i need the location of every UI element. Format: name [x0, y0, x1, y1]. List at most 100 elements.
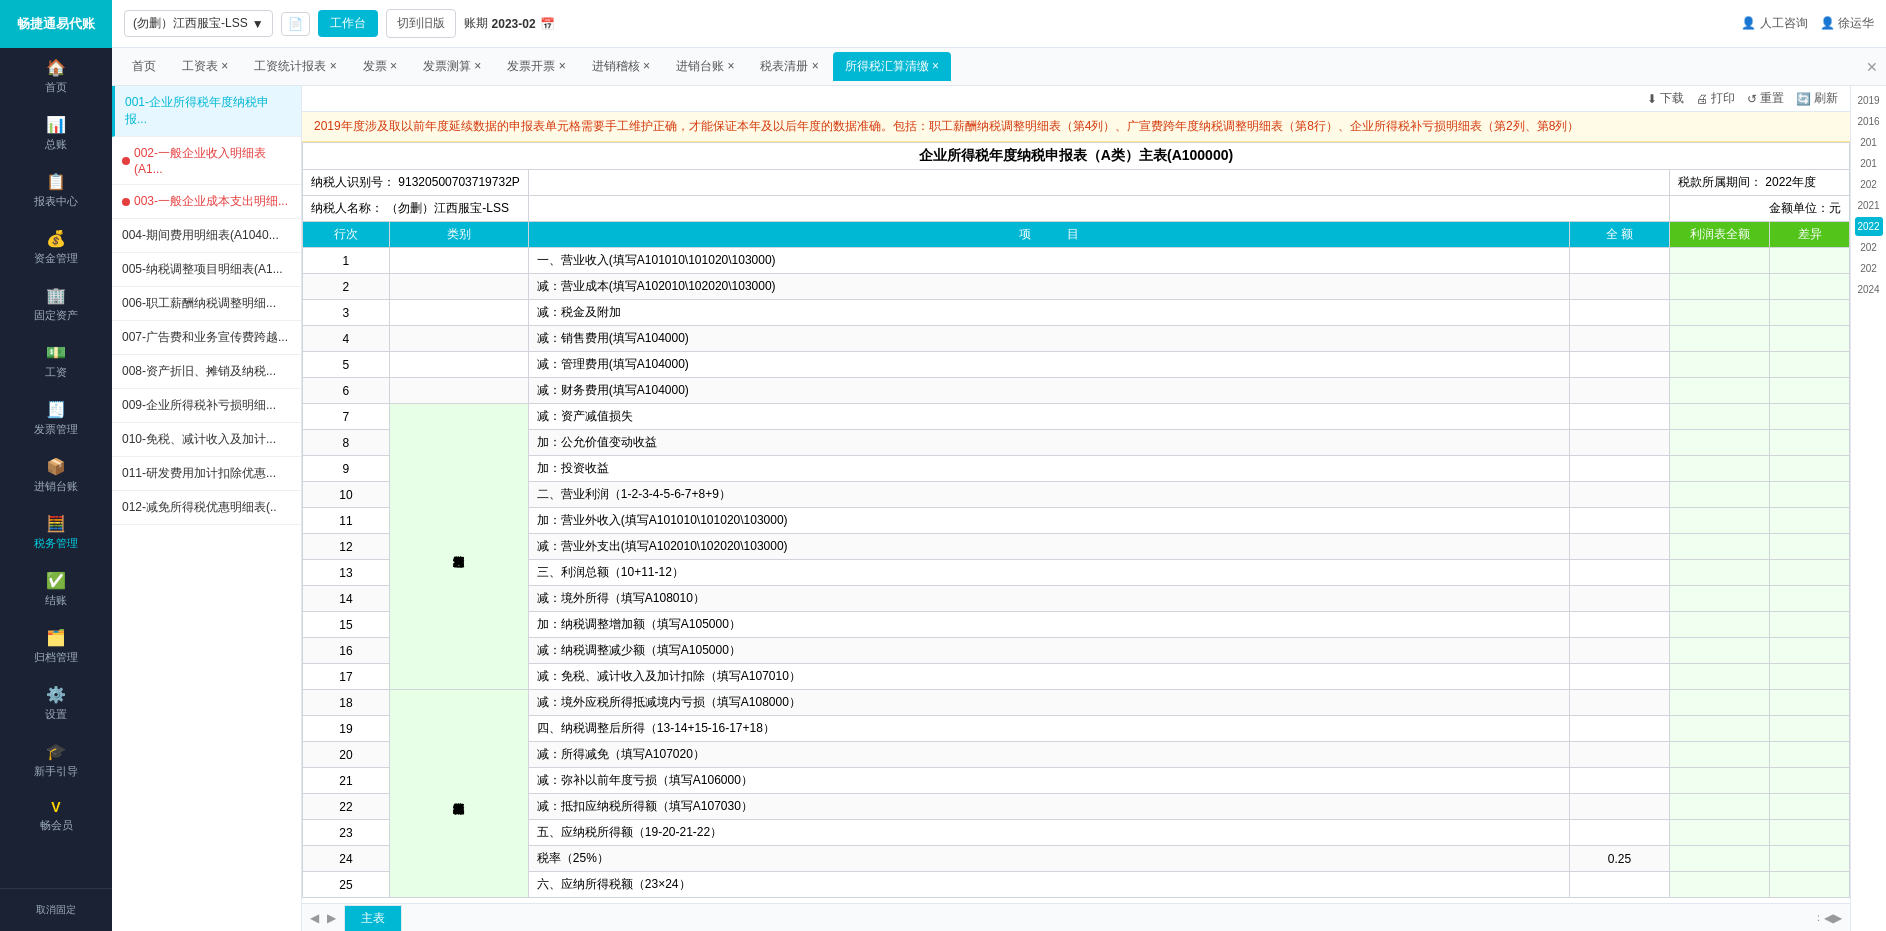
row-diff[interactable]: [1770, 560, 1850, 586]
sidebar-item-close[interactable]: ✅ 结账: [0, 561, 112, 618]
sub-item-012[interactable]: 012-减免所得税优惠明细表(..: [112, 491, 301, 525]
bottom-tab-main[interactable]: 主表: [344, 905, 402, 931]
row-amount[interactable]: [1570, 690, 1670, 716]
row-profit[interactable]: [1670, 872, 1770, 898]
row-amount[interactable]: [1570, 638, 1670, 664]
tab-invoice-open[interactable]: 发票开票 ×: [495, 52, 577, 81]
row-diff[interactable]: [1770, 820, 1850, 846]
row-diff[interactable]: [1770, 638, 1850, 664]
sub-item-008[interactable]: 008-资产折旧、摊销及纳税...: [112, 355, 301, 389]
tab-salary-stats[interactable]: 工资统计报表 ×: [242, 52, 348, 81]
row-amount[interactable]: [1570, 274, 1670, 300]
row-diff[interactable]: [1770, 248, 1850, 274]
row-diff[interactable]: [1770, 664, 1850, 690]
next-tab-button[interactable]: ▶: [327, 911, 336, 925]
row-amount[interactable]: [1570, 534, 1670, 560]
sub-item-001[interactable]: 001-企业所得税年度纳税申报...: [112, 86, 301, 137]
scroll-right-button[interactable]: ▶: [1833, 911, 1842, 925]
row-amount[interactable]: [1570, 742, 1670, 768]
sub-item-009[interactable]: 009-企业所得税补亏损明细...: [112, 389, 301, 423]
switch-button[interactable]: 切到旧版: [386, 9, 456, 38]
row-amount[interactable]: [1570, 664, 1670, 690]
sidebar-item-assets[interactable]: 🏢 固定资产: [0, 276, 112, 333]
row-diff[interactable]: [1770, 742, 1850, 768]
tab-close-button[interactable]: ✕: [1866, 59, 1878, 75]
row-profit[interactable]: [1670, 768, 1770, 794]
row-amount[interactable]: [1570, 508, 1670, 534]
row-amount[interactable]: 0.25: [1570, 846, 1670, 872]
row-amount[interactable]: [1570, 794, 1670, 820]
row-profit[interactable]: [1670, 742, 1770, 768]
tab-salary[interactable]: 工资表 ×: [170, 52, 240, 81]
sidebar-item-home[interactable]: 🏠 首页: [0, 48, 112, 105]
sub-item-006[interactable]: 006-职工薪酬纳税调整明细...: [112, 287, 301, 321]
row-amount[interactable]: [1570, 404, 1670, 430]
row-amount[interactable]: [1570, 326, 1670, 352]
sub-item-010[interactable]: 010-免税、减计收入及加计...: [112, 423, 301, 457]
print-button[interactable]: 🖨 打印: [1696, 90, 1735, 107]
user-info[interactable]: 👤 徐运华: [1820, 15, 1874, 32]
row-profit[interactable]: [1670, 430, 1770, 456]
sidebar-item-salary[interactable]: 💵 工资: [0, 333, 112, 390]
sidebar-item-purchase[interactable]: 📦 进销台账: [0, 447, 112, 504]
row-profit[interactable]: [1670, 456, 1770, 482]
row-amount[interactable]: [1570, 612, 1670, 638]
row-diff[interactable]: [1770, 690, 1850, 716]
row-diff[interactable]: [1770, 378, 1850, 404]
row-diff[interactable]: [1770, 716, 1850, 742]
sidebar-item-settings[interactable]: ⚙️ 设置: [0, 675, 112, 732]
year-201a[interactable]: 201: [1855, 133, 1883, 152]
year-2019[interactable]: 2019: [1855, 91, 1883, 110]
sidebar-item-vip[interactable]: V 畅会员: [0, 789, 112, 843]
row-amount[interactable]: [1570, 482, 1670, 508]
row-amount[interactable]: [1570, 586, 1670, 612]
tab-tax-table[interactable]: 税表清册 ×: [748, 52, 830, 81]
row-profit[interactable]: [1670, 508, 1770, 534]
ai-service[interactable]: 👤 人工咨询: [1741, 15, 1807, 32]
row-profit[interactable]: [1670, 638, 1770, 664]
reset-button[interactable]: ↺ 重置: [1747, 90, 1784, 107]
row-diff[interactable]: [1770, 326, 1850, 352]
refresh-button[interactable]: 🔄 刷新: [1796, 90, 1838, 107]
year-202b[interactable]: 202: [1855, 238, 1883, 257]
row-amount[interactable]: [1570, 456, 1670, 482]
year-202c[interactable]: 202: [1855, 259, 1883, 278]
row-profit[interactable]: [1670, 248, 1770, 274]
row-diff[interactable]: [1770, 586, 1850, 612]
row-diff[interactable]: [1770, 612, 1850, 638]
tab-purchase-audit[interactable]: 进销稽核 ×: [580, 52, 662, 81]
row-diff[interactable]: [1770, 846, 1850, 872]
row-profit[interactable]: [1670, 534, 1770, 560]
workbench-button[interactable]: 工作台: [318, 10, 378, 37]
unpin-button[interactable]: 取消固定: [0, 897, 112, 923]
row-amount[interactable]: [1570, 248, 1670, 274]
row-diff[interactable]: [1770, 352, 1850, 378]
company-selector[interactable]: (勿删）江西服宝-LSS ▼: [124, 10, 273, 37]
row-diff[interactable]: [1770, 274, 1850, 300]
row-amount[interactable]: [1570, 352, 1670, 378]
row-diff[interactable]: [1770, 456, 1850, 482]
row-amount[interactable]: [1570, 872, 1670, 898]
row-profit[interactable]: [1670, 846, 1770, 872]
row-diff[interactable]: [1770, 300, 1850, 326]
row-diff[interactable]: [1770, 872, 1850, 898]
row-profit[interactable]: [1670, 560, 1770, 586]
row-diff[interactable]: [1770, 482, 1850, 508]
year-2024[interactable]: 2024: [1855, 280, 1883, 299]
row-diff[interactable]: [1770, 430, 1850, 456]
scroll-left-button[interactable]: ◀: [1824, 911, 1833, 925]
tab-home[interactable]: 首页: [120, 52, 168, 81]
tab-invoice[interactable]: 发票 ×: [351, 52, 409, 81]
year-2021[interactable]: 2021: [1855, 196, 1883, 215]
doc-button[interactable]: 📄: [281, 12, 310, 36]
row-profit[interactable]: [1670, 300, 1770, 326]
table-wrapper[interactable]: 企业所得税年度纳税申报表（A类）主表(A100000) 纳税人识别号： 9132…: [302, 142, 1850, 903]
download-button[interactable]: ⬇ 下载: [1647, 90, 1684, 107]
row-amount[interactable]: [1570, 716, 1670, 742]
row-profit[interactable]: [1670, 612, 1770, 638]
sidebar-item-tax[interactable]: 🧮 税务管理: [0, 504, 112, 561]
prev-tab-button[interactable]: ◀: [310, 911, 319, 925]
row-amount[interactable]: [1570, 560, 1670, 586]
tab-income-tax[interactable]: 所得税汇算清缴 ×: [833, 52, 951, 81]
row-profit[interactable]: [1670, 820, 1770, 846]
